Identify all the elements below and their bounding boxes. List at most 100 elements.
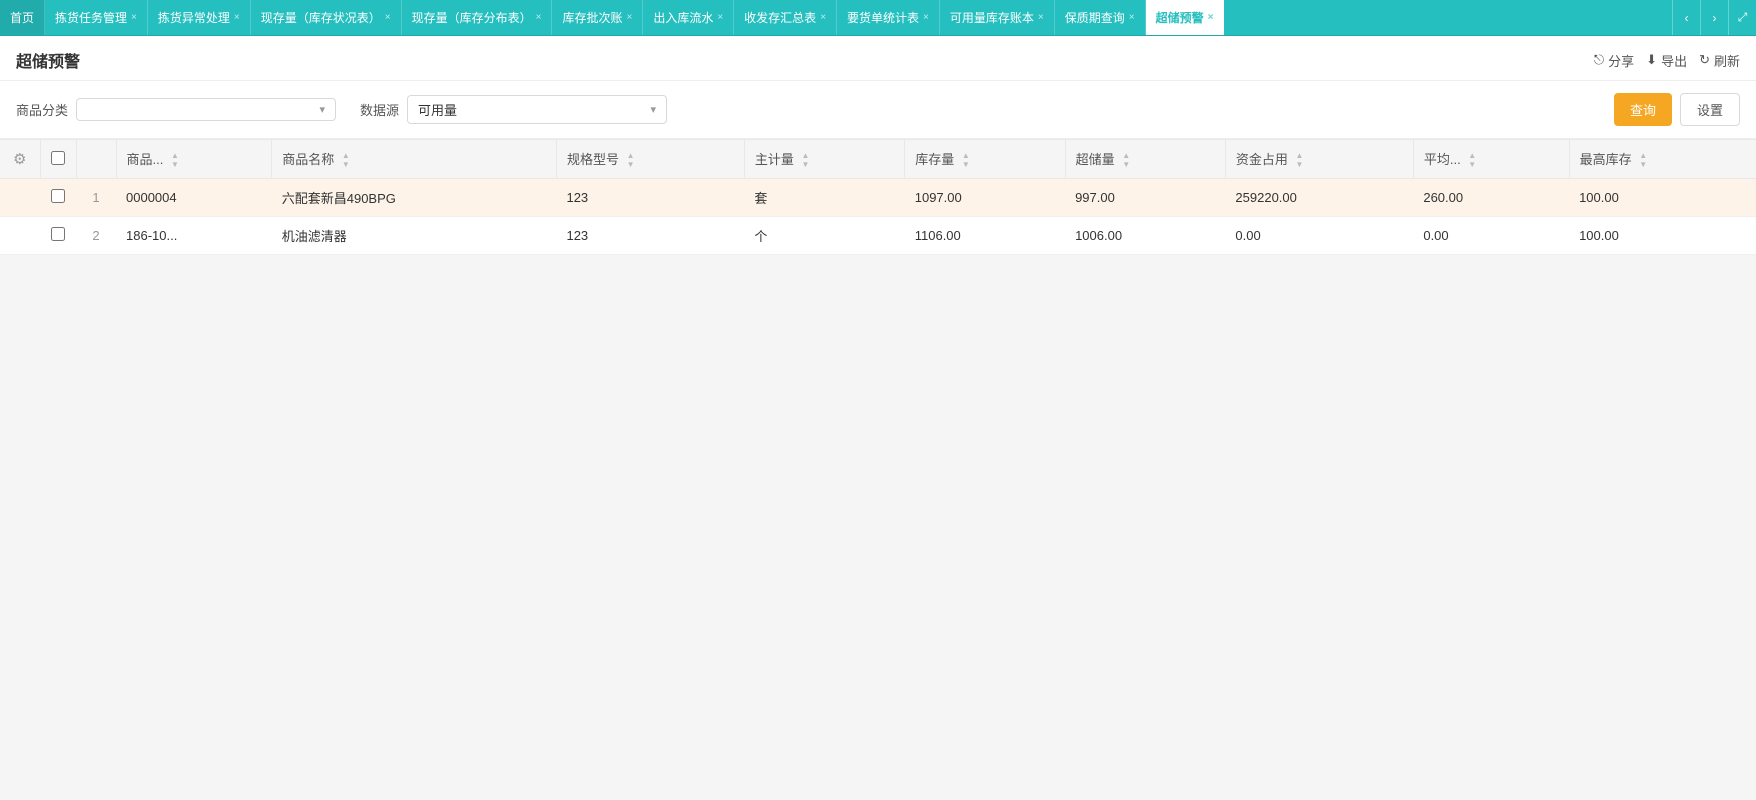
nav-tab-shelf-life-close[interactable]: × [1129,12,1135,23]
td-max-stock-1: 100.00 [1569,217,1756,255]
td-spec-1: 123 [556,217,744,255]
nav-tab-pick-task-label: 拣货任务管理 [55,9,127,26]
nav-tab-inout-flow-label: 出入库流水 [653,9,713,26]
nav-arrows-container: ‹ › ⤢ [1672,0,1756,36]
main-content: 超储预警 ⎋ 分享 ⬇ 导出 ↻ 刷新 商品分类 ▾ 数据源 [0,36,1756,255]
td-product-name-0: 六配套新昌490BPG [272,179,557,217]
nav-tab-pick-task-close[interactable]: × [131,12,137,23]
refresh-icon: ↻ [1699,52,1710,68]
td-checkbox-1 [40,217,76,255]
nav-tab-recv-summary[interactable]: 收发存汇总表 × [734,0,837,36]
td-capital-1: 0.00 [1225,217,1413,255]
nav-tab-overstock-label: 超储预警 [1156,9,1204,26]
datasource-filter-item: 数据源 可用量 ▾ [360,95,667,124]
nav-tab-stock-dist-close[interactable]: × [536,12,542,23]
th-unit[interactable]: 主计量 ▲▼ [744,140,904,179]
datasource-filter-label: 数据源 [360,100,399,119]
datasource-select-value: 可用量 [418,100,457,119]
nav-tab-overstock[interactable]: 超储预警 × [1146,0,1225,36]
td-overstock-0: 997.00 [1065,179,1225,217]
th-capital[interactable]: 资金占用 ▲▼ [1225,140,1413,179]
page-header: 超储预警 ⎋ 分享 ⬇ 导出 ↻ 刷新 [0,36,1756,81]
settings-button[interactable]: 设置 [1680,93,1740,126]
nav-tab-req-stats-close[interactable]: × [923,12,929,23]
td-spec-0: 123 [556,179,744,217]
select-all-checkbox[interactable] [51,151,65,165]
th-row-num [76,140,116,179]
category-filter-label: 商品分类 [16,100,68,119]
datasource-dropdown-icon: ▾ [651,103,657,116]
td-unit-1: 个 [744,217,904,255]
filter-actions: 查询 设置 [1614,93,1740,126]
nav-tab-avail-stock-close[interactable]: × [1038,12,1044,23]
th-checkbox [40,140,76,179]
td-settings-1 [0,217,40,255]
td-max-stock-0: 100.00 [1569,179,1756,217]
nav-prev-button[interactable]: ‹ [1672,0,1700,36]
th-avg[interactable]: 平均... ▲▼ [1413,140,1569,179]
table-body: 1 0000004 六配套新昌490BPG 123 套 1097.00 997.… [0,179,1756,255]
td-rownum-0: 1 [76,179,116,217]
nav-tab-shelf-life-label: 保质期查询 [1065,9,1125,26]
td-capital-0: 259220.00 [1225,179,1413,217]
th-product-name[interactable]: 商品名称 ▲▼ [272,140,557,179]
td-unit-0: 套 [744,179,904,217]
category-select[interactable]: ▾ [76,98,336,121]
th-stock[interactable]: 库存量 ▲▼ [905,140,1065,179]
export-icon: ⬇ [1646,52,1657,68]
refresh-label: 刷新 [1714,51,1740,70]
row-checkbox-0[interactable] [51,189,65,203]
category-filter-item: 商品分类 ▾ [16,98,336,121]
nav-tab-home[interactable]: 首页 [0,0,45,36]
share-action[interactable]: ⎋ 分享 [1594,51,1634,70]
nav-tab-req-stats[interactable]: 要货单统计表 × [837,0,940,36]
th-max-stock[interactable]: 最高库存 ▲▼ [1569,140,1756,179]
nav-tab-stock-batch-close[interactable]: × [626,12,632,23]
nav-tab-inout-flow[interactable]: 出入库流水 × [643,0,734,36]
table-header-row: ⚙ 商品... ▲▼ 商品名称 ▲▼ 规格型号 [0,140,1756,179]
table-container: ⚙ 商品... ▲▼ 商品名称 ▲▼ 规格型号 [0,139,1756,255]
table-row: 2 186-10... 机油滤清器 123 个 1106.00 1006.00 … [0,217,1756,255]
nav-tab-avail-stock[interactable]: 可用量库存账本 × [940,0,1055,36]
query-button[interactable]: 查询 [1614,93,1672,126]
nav-tab-pick-error[interactable]: 拣货异常处理 × [148,0,251,36]
th-settings: ⚙ [0,140,40,179]
td-product-name-1: 机油滤清器 [272,217,557,255]
nav-tab-shelf-life[interactable]: 保质期查询 × [1055,0,1146,36]
nav-tab-recv-summary-close[interactable]: × [820,12,826,23]
refresh-action[interactable]: ↻ 刷新 [1699,51,1740,70]
nav-tab-stock-dist[interactable]: 现存量（库存分布表） × [402,0,553,36]
nav-tab-overstock-close[interactable]: × [1208,12,1214,23]
share-icon: ⎋ [1594,52,1604,68]
column-settings-icon[interactable]: ⚙ [13,151,26,168]
th-product-code[interactable]: 商品... ▲▼ [116,140,272,179]
page-title: 超储预警 [16,48,80,72]
th-spec[interactable]: 规格型号 ▲▼ [556,140,744,179]
td-checkbox-0 [40,179,76,217]
nav-tab-stock-dist-label: 现存量（库存分布表） [412,9,532,26]
export-action[interactable]: ⬇ 导出 [1646,51,1687,70]
nav-next-button[interactable]: › [1700,0,1728,36]
nav-tab-home-label: 首页 [10,9,34,26]
overstock-table: ⚙ 商品... ▲▼ 商品名称 ▲▼ 规格型号 [0,139,1756,255]
th-overstock[interactable]: 超储量 ▲▼ [1065,140,1225,179]
td-overstock-1: 1006.00 [1065,217,1225,255]
nav-tab-stock-status[interactable]: 现存量（库存状况表） × [251,0,402,36]
nav-tab-pick-error-label: 拣货异常处理 [158,9,230,26]
category-dropdown-icon: ▾ [319,103,325,116]
nav-tab-stock-status-label: 现存量（库存状况表） [261,9,381,26]
nav-tab-recv-summary-label: 收发存汇总表 [744,9,816,26]
share-label: 分享 [1608,51,1634,70]
export-label: 导出 [1661,51,1687,70]
td-product-code-1: 186-10... [116,217,272,255]
nav-tab-stock-status-close[interactable]: × [385,12,391,23]
datasource-select[interactable]: 可用量 ▾ [407,95,667,124]
nav-tab-pick-error-close[interactable]: × [234,12,240,23]
nav-tab-inout-flow-close[interactable]: × [717,12,723,23]
nav-expand-button[interactable]: ⤢ [1728,0,1756,36]
td-avg-1: 0.00 [1413,217,1569,255]
nav-tab-pick-task[interactable]: 拣货任务管理 × [45,0,148,36]
td-product-code-0: 0000004 [116,179,272,217]
row-checkbox-1[interactable] [51,227,65,241]
nav-tab-stock-batch[interactable]: 库存批次账 × [552,0,643,36]
